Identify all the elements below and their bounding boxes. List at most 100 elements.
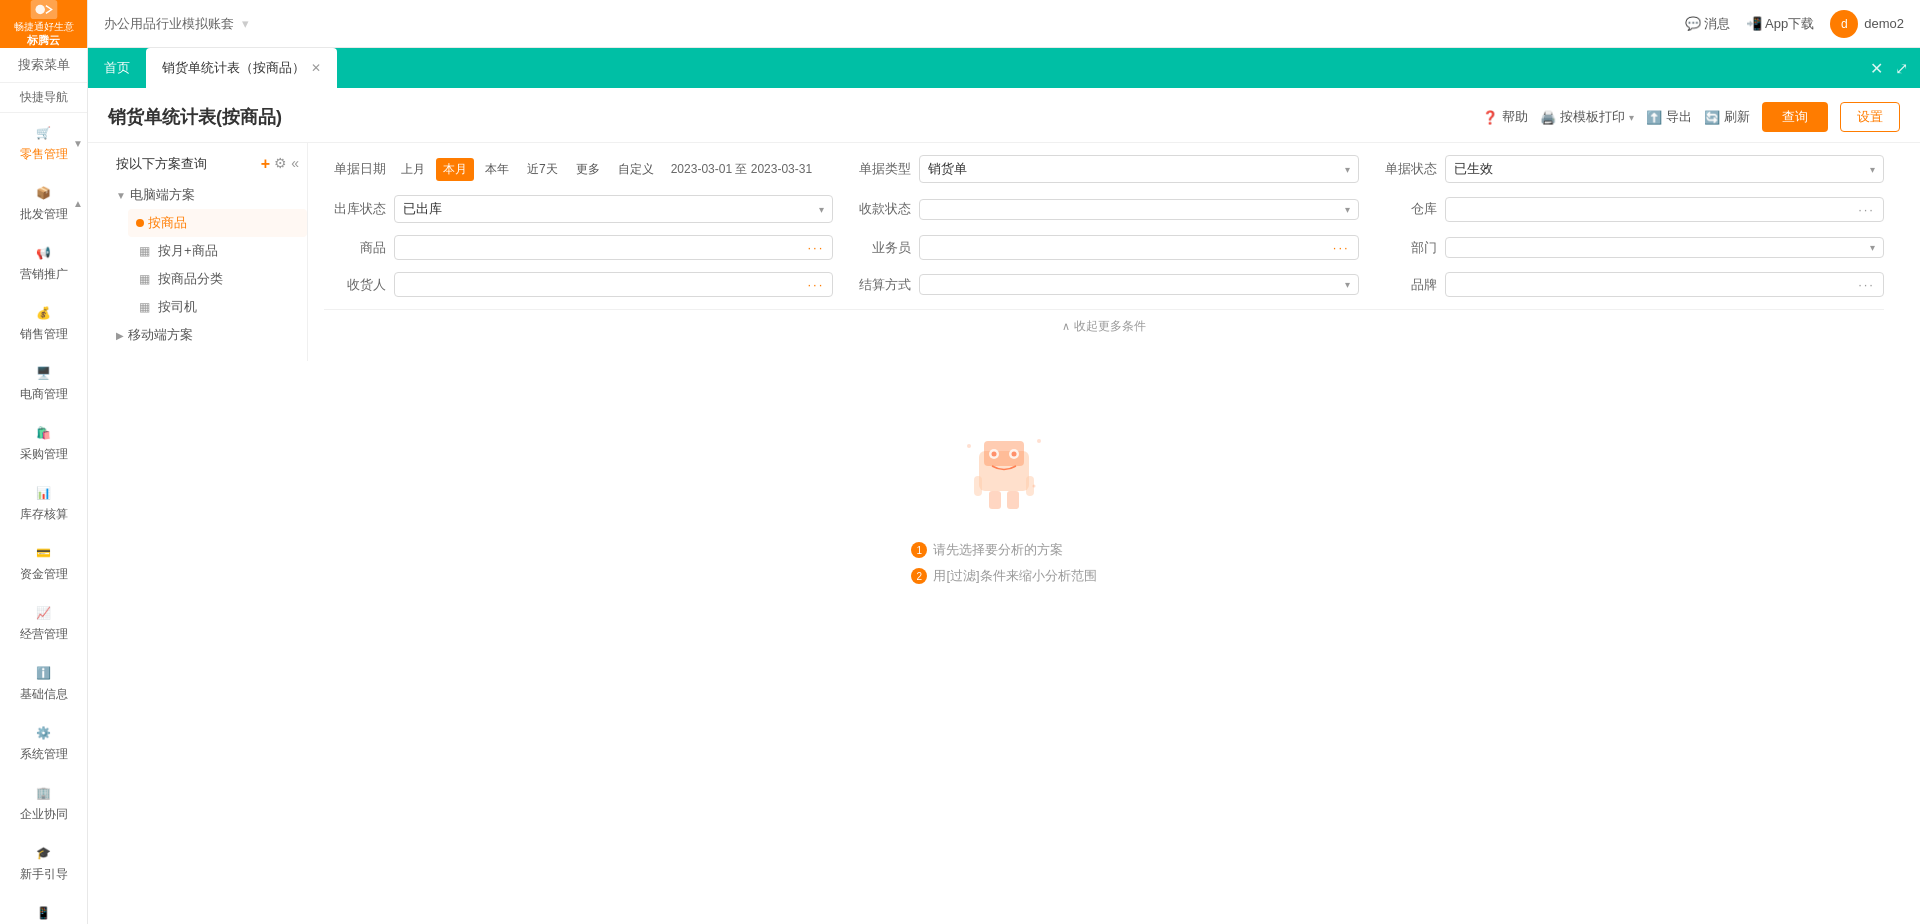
help-icon: ❓ <box>1482 110 1498 125</box>
sidebar-item-purchase[interactable]: 🛍️ 采购管理 <box>0 413 87 473</box>
sidebar-item-inventory[interactable]: 📊 库存核算 <box>0 473 87 533</box>
mobile-label: 移动端方案 <box>128 326 193 344</box>
filter-row-1: 单据日期 上月 本月 本年 近7天 更多 自定义 2023-03-01 至 20… <box>324 155 1884 183</box>
doc-type-select[interactable]: 销货单 ▾ <box>919 155 1358 183</box>
tree-desktop-section[interactable]: ▼ 电脑端方案 <box>108 181 307 209</box>
out-status-caret: ▾ <box>819 204 824 215</box>
sidebar-item-ecom[interactable]: 🖥️ 电商管理 <box>0 353 87 413</box>
scheme-by-goods[interactable]: 按商品 <box>128 209 307 237</box>
tab-close-all-btn[interactable]: ✕ <box>1866 55 1887 82</box>
export-icon: ⬆️ <box>1646 110 1662 125</box>
dept-label: 部门 <box>1375 239 1445 257</box>
settle-label: 结算方式 <box>849 276 919 294</box>
sidebar-item-corp-label: 企业协同 <box>20 806 68 823</box>
date-tab-this-month[interactable]: 本月 <box>436 158 474 181</box>
empty-tip-2: 2 用[过滤]条件来缩小分析范围 <box>911 567 1096 585</box>
dept-select[interactable]: ▾ <box>1445 237 1884 258</box>
wholesale-arrow: ▲ <box>73 198 83 209</box>
tab-report[interactable]: 销货单统计表（按商品） ✕ <box>146 48 337 88</box>
tab-close-icon[interactable]: ✕ <box>311 61 321 75</box>
receipt-status-cell: 收款状态 ▾ <box>849 199 1358 220</box>
sidebar-item-operations[interactable]: 📈 经营管理 <box>0 593 87 653</box>
empty-state: 1 请先选择要分析的方案 2 用[过滤]条件来缩小分析范围 <box>88 361 1920 645</box>
active-dot <box>136 219 144 227</box>
receiver-input[interactable]: ··· <box>394 272 833 297</box>
doc-status-caret: ▾ <box>1870 164 1875 175</box>
svg-point-14 <box>1033 485 1036 488</box>
date-tab-this-year[interactable]: 本年 <box>478 158 516 181</box>
sidebar-item-marketing[interactable]: 📢 营销推广 <box>0 233 87 293</box>
tab-report-label: 销货单统计表（按商品） <box>162 59 305 77</box>
tab-expand-btn[interactable]: ⤢ <box>1891 55 1912 82</box>
app-download-btn[interactable]: 📲 App下载 <box>1746 15 1814 33</box>
scheme-by-driver[interactable]: ▦ 按司机 <box>128 293 307 321</box>
user-area[interactable]: d demo2 <box>1830 10 1904 38</box>
doc-type-cell: 单据类型 销货单 ▾ <box>849 155 1358 183</box>
settle-caret: ▾ <box>1345 279 1350 290</box>
sidebar-item-sales[interactable]: 💰 销售管理 <box>0 293 87 353</box>
svg-rect-10 <box>989 491 1001 509</box>
goods-dots: ··· <box>807 240 824 255</box>
brand-label: 品牌 <box>1375 276 1445 294</box>
scheme-by-month-goods-label: 按月+商品 <box>158 242 218 260</box>
refresh-btn[interactable]: 🔄 刷新 <box>1704 108 1750 126</box>
doc-status-select[interactable]: 已生效 ▾ <box>1445 155 1884 183</box>
scheme-by-category[interactable]: ▦ 按商品分类 <box>128 265 307 293</box>
out-status-cell: 出库状态 已出库 ▾ <box>324 195 833 223</box>
tab-home[interactable]: 首页 <box>88 48 146 88</box>
date-filter-cell: 单据日期 上月 本月 本年 近7天 更多 自定义 2023-03-01 至 20… <box>324 158 833 181</box>
sidebar-item-finance-label: 资金管理 <box>20 566 68 583</box>
sidebar-item-wholesale[interactable]: 📦 批发管理 ▲ <box>0 173 87 233</box>
receipt-status-select[interactable]: ▾ <box>919 199 1358 220</box>
collapse-bar[interactable]: ∧ 收起更多条件 <box>324 309 1884 343</box>
out-status-select[interactable]: 已出库 ▾ <box>394 195 833 223</box>
warehouse-label: 仓库 <box>1375 200 1445 218</box>
scheme-by-month-goods[interactable]: ▦ 按月+商品 <box>128 237 307 265</box>
sidebar-item-basic-label: 基础信息 <box>20 686 68 703</box>
message-btn[interactable]: 💬 消息 <box>1685 15 1731 33</box>
sidebar-item-inventory-label: 库存核算 <box>20 506 68 523</box>
edit-scheme-btn[interactable]: ⚙ <box>274 155 287 173</box>
warehouse-input[interactable]: ··· <box>1445 197 1884 222</box>
print-btn[interactable]: 🖨️ 按模板打印 ▾ <box>1540 108 1634 126</box>
query-button[interactable]: 查询 <box>1762 102 1828 132</box>
brand-input[interactable]: ··· <box>1445 272 1884 297</box>
help-btn[interactable]: ❓ 帮助 <box>1482 108 1528 126</box>
settings-button[interactable]: 设置 <box>1840 102 1900 132</box>
collapse-panel-btn[interactable]: « <box>291 155 299 173</box>
sidebar-item-retail[interactable]: 🛒 零售管理 ▼ <box>0 113 87 173</box>
add-scheme-btn[interactable]: + <box>261 155 270 173</box>
filter-area: 按以下方案查询 + ⚙ « ▼ 电脑端方案 <box>88 143 1920 361</box>
refresh-label: 刷新 <box>1724 108 1750 126</box>
sidebar-item-sales-label: 销售管理 <box>20 326 68 343</box>
sidebar-search[interactable]: 搜索菜单 <box>0 48 87 83</box>
goods-input[interactable]: ··· <box>394 235 833 260</box>
dept-cell: 部门 ▾ <box>1375 237 1884 258</box>
sidebar-item-corp[interactable]: 🏢 企业协同 <box>0 773 87 833</box>
purchase-icon: 🛍️ <box>34 423 54 443</box>
date-tab-last-month[interactable]: 上月 <box>394 158 432 181</box>
left-panel: 按以下方案查询 + ⚙ « ▼ 电脑端方案 <box>108 143 308 361</box>
finance-icon: 💳 <box>34 543 54 563</box>
sidebar-quick-nav[interactable]: 快捷导航 <box>0 83 87 113</box>
export-btn[interactable]: ⬆️ 导出 <box>1646 108 1692 126</box>
settle-select[interactable]: ▾ <box>919 274 1358 295</box>
clerk-input[interactable]: ··· <box>919 235 1358 260</box>
sidebar-item-newbie-label: 新手引导 <box>20 866 68 883</box>
sidebar-item-basic[interactable]: ℹ️ 基础信息 <box>0 653 87 713</box>
doc-status-label: 单据状态 <box>1375 160 1445 178</box>
settle-cell: 结算方式 ▾ <box>849 274 1358 295</box>
filter-row-3: 商品 ··· 业务员 ··· <box>324 235 1884 260</box>
sidebar: 畅捷通好生意 标腾云 搜索菜单 快捷导航 🛒 零售管理 ▼ 📦 批发管理 ▲ 📢… <box>0 0 88 924</box>
tree-mobile-section[interactable]: ▶ 移动端方案 <box>108 321 307 349</box>
date-tab-more[interactable]: 更多 <box>569 158 607 181</box>
date-label: 单据日期 <box>324 160 394 178</box>
svg-point-13 <box>1037 439 1041 443</box>
date-tab-custom[interactable]: 自定义 <box>611 158 661 181</box>
sidebar-item-newbie[interactable]: 🎓 新手引导 <box>0 833 87 893</box>
sidebar-item-finance[interactable]: 💳 资金管理 <box>0 533 87 593</box>
sidebar-item-appstore[interactable]: 📱 应用中心 <box>0 893 87 924</box>
date-tab-7days[interactable]: 近7天 <box>520 158 565 181</box>
sidebar-item-system[interactable]: ⚙️ 系统管理 <box>0 713 87 773</box>
print-dropdown-icon: ▾ <box>1629 112 1634 123</box>
